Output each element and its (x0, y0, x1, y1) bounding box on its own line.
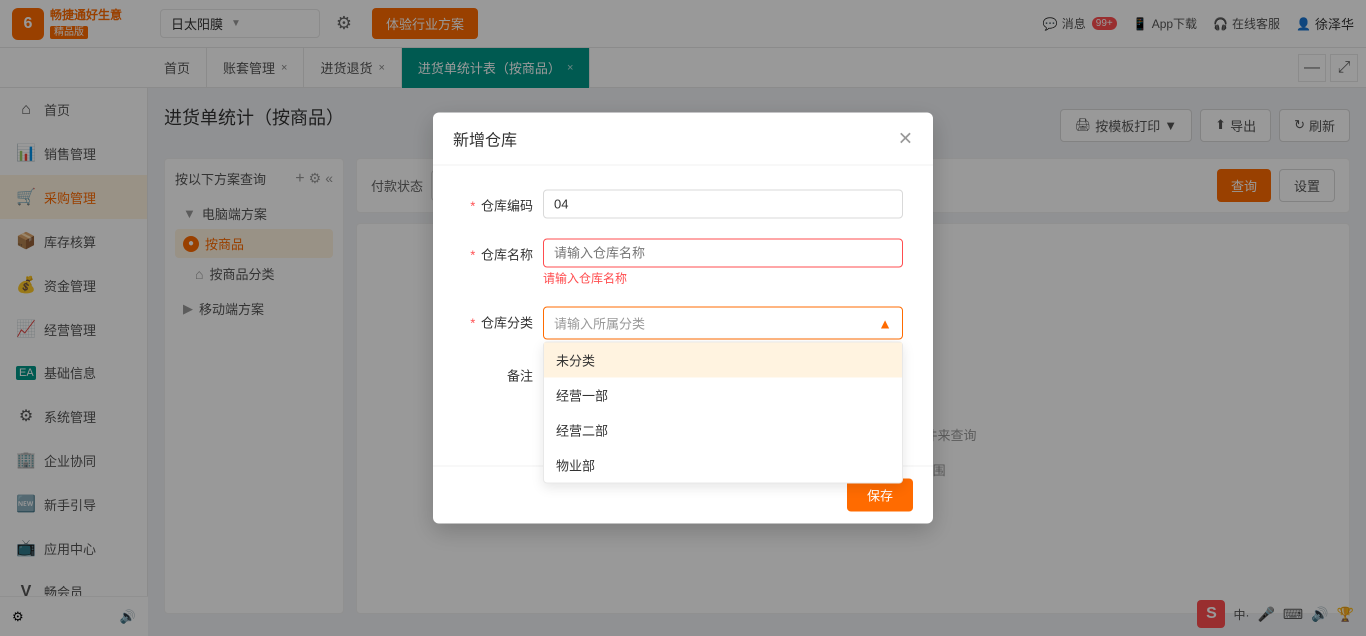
warehouse-notes-label: 备注 (463, 360, 543, 385)
warehouse-code-row: * 仓库编码 (463, 190, 903, 219)
warehouse-code-label: * 仓库编码 (463, 190, 543, 215)
warehouse-name-input-wrap: 请输入仓库名称 (543, 239, 903, 287)
dropdown-item-dept2[interactable]: 经营二部 (544, 413, 902, 448)
warehouse-category-input-wrap: 请输入所属分类 ▲ 未分类 经营一部 经营二部 物业部 (543, 307, 903, 340)
dropdown-item-property[interactable]: 物业部 (544, 448, 902, 483)
warehouse-name-error: 请输入仓库名称 (543, 270, 903, 287)
modal-header: 新增仓库 ✕ (433, 113, 933, 166)
category-dropdown: 未分类 经营一部 经营二部 物业部 (543, 342, 903, 484)
warehouse-name-label: * 仓库名称 (463, 239, 543, 264)
warehouse-name-input[interactable] (543, 239, 903, 268)
warehouse-code-input[interactable] (543, 190, 903, 219)
warehouse-name-row: * 仓库名称 请输入仓库名称 (463, 239, 903, 287)
modal-title: 新增仓库 (453, 127, 517, 151)
add-warehouse-modal: 新增仓库 ✕ * 仓库编码 * 仓库名称 请输入仓库名称 (433, 113, 933, 524)
warehouse-category-select[interactable]: 请输入所属分类 ▲ (543, 307, 903, 340)
category-chevron-up-icon: ▲ (878, 315, 892, 331)
modal-close-button[interactable]: ✕ (898, 128, 913, 149)
warehouse-category-row: * 仓库分类 请输入所属分类 ▲ 未分类 经营一部 经营二部 物业部 (463, 307, 903, 340)
modal-body: * 仓库编码 * 仓库名称 请输入仓库名称 * 仓库分类 (433, 166, 933, 466)
warehouse-category-label: * 仓库分类 (463, 307, 543, 332)
dropdown-item-dept1[interactable]: 经营一部 (544, 378, 902, 413)
dropdown-item-unclassified[interactable]: 未分类 (544, 343, 902, 378)
warehouse-code-input-wrap (543, 190, 903, 219)
